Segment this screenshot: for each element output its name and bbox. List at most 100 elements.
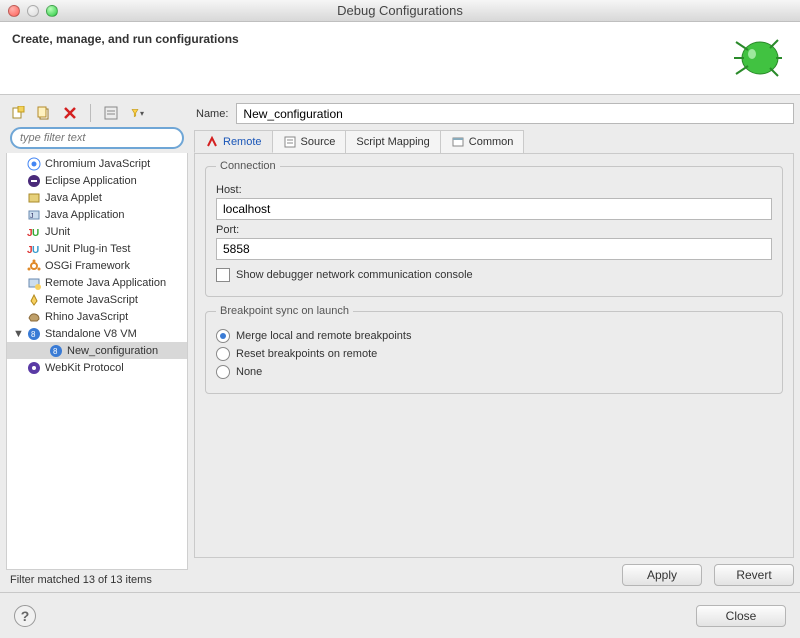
tab-label: Source (301, 136, 336, 148)
tree-item-label: JUnit (45, 226, 70, 238)
tree-item-label: New_configuration (67, 345, 158, 357)
tree-item[interactable]: JU JUnit (7, 223, 187, 240)
disclosure-icon[interactable]: ▼ (13, 328, 23, 340)
collapse-icon[interactable] (103, 105, 119, 121)
delete-icon[interactable] (62, 105, 78, 121)
osgi-icon (27, 259, 41, 273)
tree-item[interactable]: Remote JavaScript (7, 291, 187, 308)
tab-source[interactable]: Source (272, 130, 347, 153)
svg-text:8: 8 (31, 330, 36, 339)
dialog-header: Create, manage, and run configurations (0, 22, 800, 95)
svg-text:U: U (32, 228, 39, 239)
source-tab-icon (283, 135, 297, 149)
remote-js-icon (27, 293, 41, 307)
apply-button[interactable]: Apply (622, 564, 702, 586)
filter-input[interactable] (10, 127, 184, 149)
common-tab-icon (451, 135, 465, 149)
remote-java-icon (27, 276, 41, 290)
tab-common[interactable]: Common (440, 130, 525, 153)
filter-box (10, 127, 184, 149)
tab-label: Script Mapping (356, 136, 429, 148)
chrome-icon (27, 157, 41, 171)
connection-fieldset: Connection Host: Port: Show debugger net… (205, 160, 783, 297)
show-console-label: Show debugger network communication cons… (236, 269, 473, 281)
tree-item[interactable]: Eclipse Application (7, 172, 187, 189)
breakpoint-fieldset: Breakpoint sync on launch Merge local an… (205, 305, 783, 394)
v8-icon: 8 (27, 327, 41, 341)
svg-text:J: J (30, 213, 34, 220)
tree-item-label: Rhino JavaScript (45, 311, 128, 323)
tree-item-label: Remote JavaScript (45, 294, 138, 306)
bug-icon (724, 28, 788, 82)
tree-toolbar: ▾ (6, 101, 188, 125)
junit-icon: JU (27, 225, 41, 239)
tree-item[interactable]: Rhino JavaScript (7, 308, 187, 325)
close-button[interactable]: Close (696, 605, 786, 627)
radio-reset[interactable] (216, 347, 230, 361)
applet-icon (27, 191, 41, 205)
tab-panel-remote: Connection Host: Port: Show debugger net… (194, 154, 794, 558)
tree-item-label: OSGi Framework (45, 260, 130, 272)
tree-item[interactable]: Chromium JavaScript (7, 155, 187, 172)
toolbar-separator (90, 104, 91, 122)
tree-item-label: Eclipse Application (45, 175, 137, 187)
connection-legend: Connection (216, 160, 280, 172)
tree-item[interactable]: Remote Java Application (7, 274, 187, 291)
host-input[interactable] (216, 198, 772, 220)
port-input[interactable] (216, 238, 772, 260)
tree-item-label: Chromium JavaScript (45, 158, 150, 170)
filter-icon[interactable]: ▾ (129, 105, 145, 121)
tab-label: Common (469, 136, 514, 148)
tree-item[interactable]: JU JUnit Plug-in Test (7, 240, 187, 257)
revert-button[interactable]: Revert (714, 564, 794, 586)
host-label: Host: (216, 184, 772, 196)
dialog-body: ▾ Chromium JavaScript Eclipse Application… (0, 95, 800, 592)
tree-item[interactable]: WebKit Protocol (7, 359, 187, 376)
tree-item[interactable]: Java Applet (7, 189, 187, 206)
tab-label: Remote (223, 136, 262, 148)
tab-script-mapping[interactable]: Script Mapping (345, 130, 440, 153)
radio-label: None (236, 366, 262, 378)
radio-none[interactable] (216, 365, 230, 379)
remote-tab-icon (205, 135, 219, 149)
duplicate-icon[interactable] (36, 105, 52, 121)
tree-item-label: WebKit Protocol (45, 362, 124, 374)
tree-item[interactable]: OSGi Framework (7, 257, 187, 274)
tab-bar: Remote Source Script Mapping Common (194, 130, 794, 154)
tree-item-label: Standalone V8 VM (45, 328, 137, 340)
tree-item[interactable]: ▼ 8 Standalone V8 VM (7, 325, 187, 342)
config-tree[interactable]: Chromium JavaScript Eclipse Application Ja… (6, 153, 188, 570)
eclipse-icon (27, 174, 41, 188)
name-label: Name: (196, 108, 228, 120)
dialog-window: Debug Configurations Create, manage, and… (0, 0, 800, 638)
name-row: Name: (194, 101, 794, 130)
panel-buttons: Apply Revert (194, 558, 794, 586)
rhino-icon (27, 310, 41, 324)
name-input[interactable] (236, 103, 794, 124)
tree-item[interactable]: 8 New_configuration (7, 342, 187, 359)
tree-status: Filter matched 13 of 13 items (6, 570, 188, 586)
junit-plugin-icon: JU (27, 242, 41, 256)
show-console-checkbox[interactable] (216, 268, 230, 282)
tree-item-label: JUnit Plug-in Test (45, 243, 130, 255)
radio-merge[interactable] (216, 329, 230, 343)
radio-label: Merge local and remote breakpoints (236, 330, 411, 342)
v8-icon: 8 (49, 344, 63, 358)
svg-text:U: U (32, 245, 39, 256)
tree-item[interactable]: J Java Application (7, 206, 187, 223)
svg-text:8: 8 (53, 347, 58, 356)
help-icon[interactable]: ? (14, 605, 36, 627)
new-config-icon[interactable] (10, 105, 26, 121)
dialog-footer: ? Close (0, 592, 800, 638)
dialog-headline: Create, manage, and run configurations (12, 32, 788, 46)
tree-item-label: Remote Java Application (45, 277, 166, 289)
webkit-icon (27, 361, 41, 375)
radio-label: Reset breakpoints on remote (236, 348, 377, 360)
titlebar: Debug Configurations (0, 0, 800, 22)
tree-item-label: Java Applet (45, 192, 102, 204)
window-title: Debug Configurations (0, 3, 800, 18)
tab-remote[interactable]: Remote (194, 130, 273, 153)
tree-item-label: Java Application (45, 209, 125, 221)
port-label: Port: (216, 224, 772, 236)
left-panel: ▾ Chromium JavaScript Eclipse Application… (6, 101, 188, 586)
